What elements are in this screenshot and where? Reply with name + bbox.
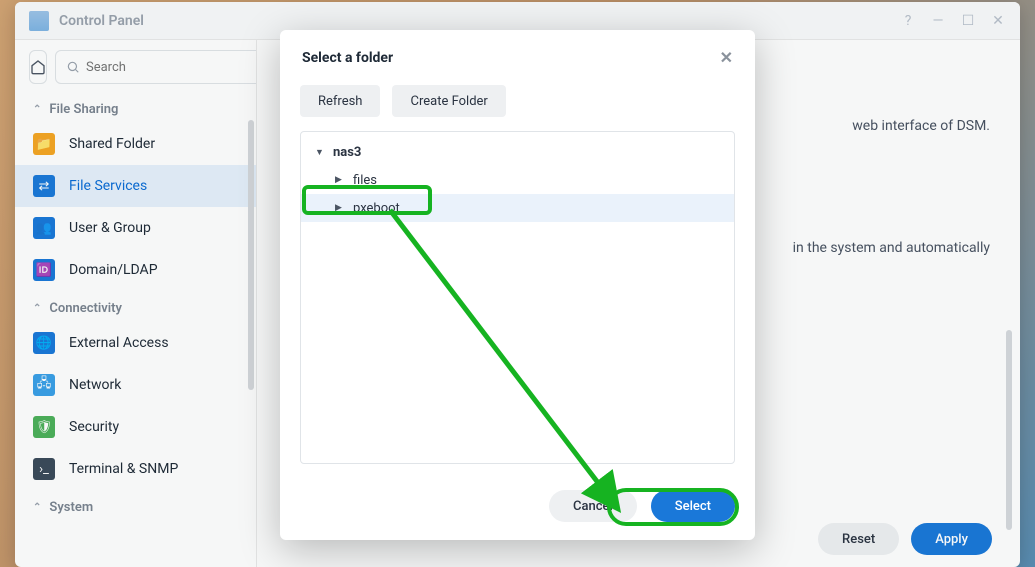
tree-node-label: files — [353, 173, 377, 188]
tree-node-pxeboot[interactable]: ▶pxeboot — [301, 194, 734, 222]
tree-node-root[interactable]: ▼nas3 — [301, 138, 734, 166]
cancel-button[interactable]: Cancel — [549, 490, 637, 522]
select-button[interactable]: Select — [651, 490, 735, 522]
dialog-close-icon[interactable]: ✕ — [720, 48, 733, 67]
folder-tree[interactable]: ▼nas3 ▶files ▶pxeboot — [300, 131, 735, 464]
create-folder-button[interactable]: Create Folder — [392, 85, 505, 117]
refresh-button[interactable]: Refresh — [300, 85, 380, 117]
select-folder-dialog: Select a folder ✕ Refresh Create Folder … — [280, 30, 755, 540]
dialog-title: Select a folder — [302, 50, 393, 66]
tree-node-files[interactable]: ▶files — [301, 166, 734, 194]
tree-node-label: nas3 — [333, 145, 361, 160]
tree-node-label: pxeboot — [353, 201, 400, 216]
